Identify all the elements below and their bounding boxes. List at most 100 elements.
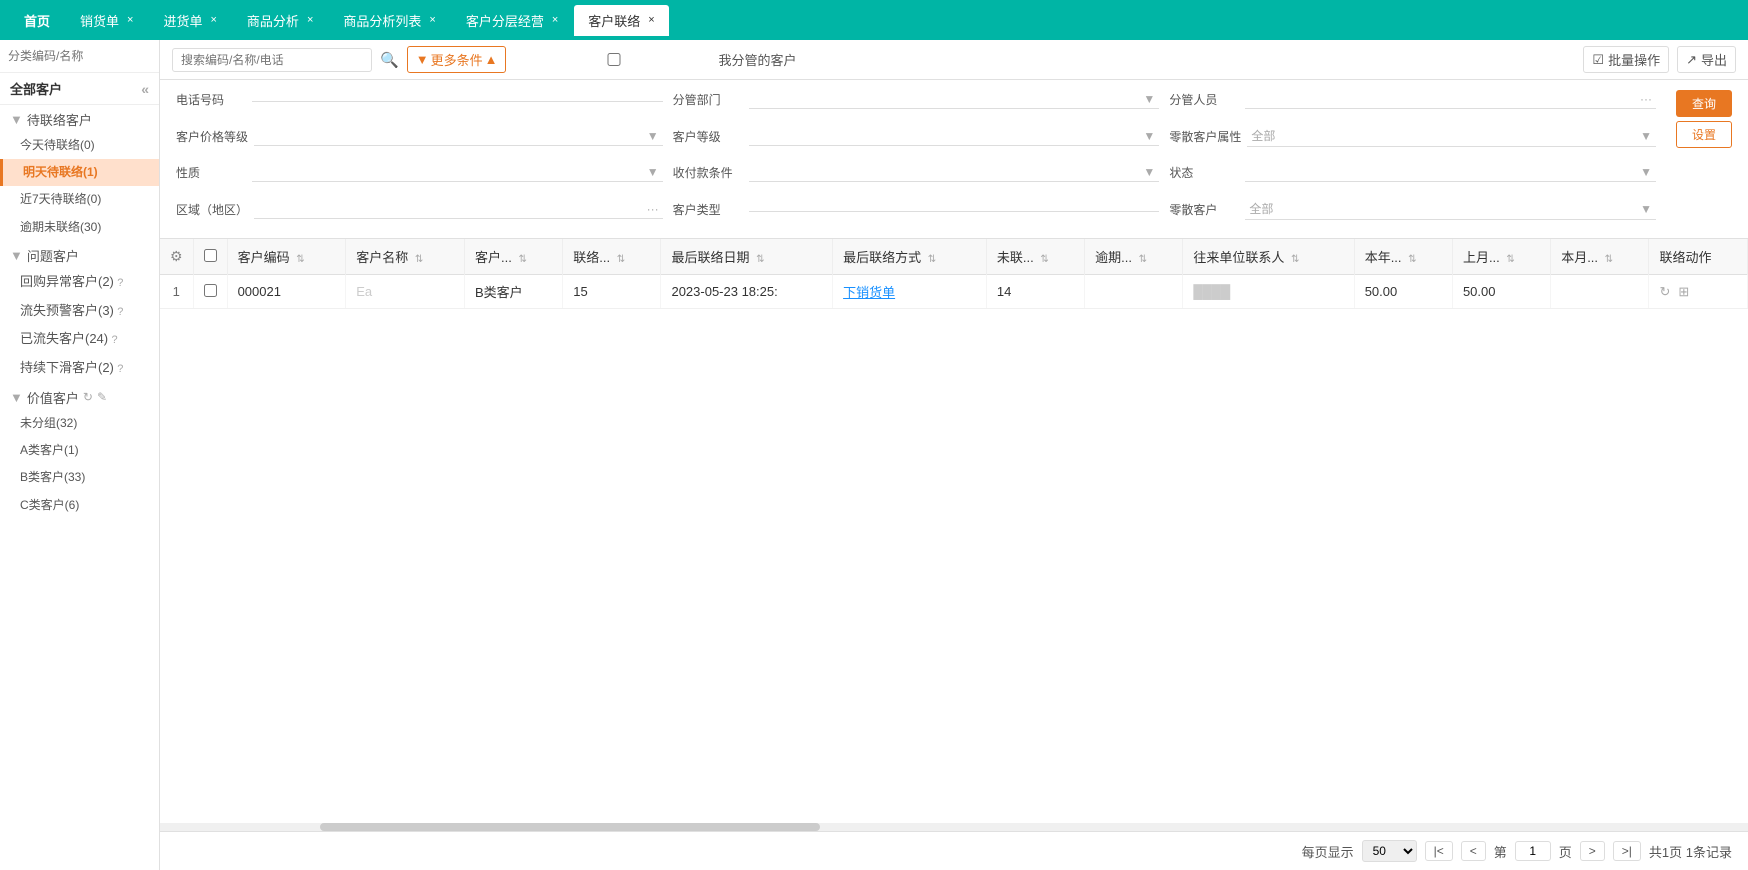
retail-attr-dropdown-icon: ▼ [1640, 129, 1652, 143]
sidebar-search-input[interactable] [8, 49, 160, 63]
sidebar-item-tomorrow-contact[interactable]: 明天待联络(1) [0, 159, 159, 186]
th-no-contact-days: 未联... ⇅ [986, 239, 1084, 275]
grid-action-icon[interactable]: ⊞ [1678, 284, 1689, 300]
sidebar-item-repurchase-abnormal[interactable]: 回购异常客户(2) ? [0, 268, 159, 297]
sort-overdue-icon[interactable]: ⇅ [1139, 254, 1147, 265]
edit-icon[interactable]: ✎ [97, 390, 107, 404]
row-last-month: 50.00 [1452, 275, 1550, 309]
last-page-button[interactable]: >| [1613, 841, 1641, 861]
help-icon-lost[interactable]: ? [117, 306, 123, 318]
help-icon-already-lost[interactable]: ? [111, 334, 117, 346]
sidebar-item-lost-warning[interactable]: 流失预警客户(3) ? [0, 297, 159, 326]
sidebar-group-value[interactable]: ▼ 价值客户 ↻ ✎ [0, 383, 159, 410]
sidebar-item-ungrouped[interactable]: 未分组(32) [0, 410, 159, 437]
row-num: 1 [160, 275, 193, 309]
dept-select[interactable]: ▼ [749, 90, 1160, 109]
batch-ops-button[interactable]: ☑ 批量操作 [1583, 46, 1669, 73]
status-select[interactable]: ▼ [1245, 163, 1656, 182]
filter-row-4: 区域（地区） ··· 客户类型 [176, 198, 1656, 220]
customer-level-select[interactable]: ▼ [749, 127, 1160, 146]
sort-last-month-icon[interactable]: ⇅ [1506, 254, 1514, 265]
sidebar-group-problem[interactable]: ▼ 问题客户 [0, 241, 159, 268]
nav-purchase-order[interactable]: 进货单 × [149, 5, 230, 36]
sidebar-item-week-contact[interactable]: 近7天待联络(0) [0, 186, 159, 213]
close-product-analysis-icon[interactable]: × [307, 14, 313, 26]
sidebar-item-class-c[interactable]: C类客户(6) [0, 492, 159, 519]
sidebar-all-customers[interactable]: 全部客户 « [0, 73, 159, 105]
sort-type-icon[interactable]: ⇅ [518, 254, 526, 265]
search-button[interactable]: 🔍 [380, 51, 399, 69]
payment-select[interactable]: ▼ [749, 163, 1160, 182]
search-input[interactable] [172, 48, 372, 72]
close-purchase-order-icon[interactable]: × [210, 14, 216, 26]
query-button[interactable]: 查询 [1676, 90, 1732, 117]
refresh-action-icon[interactable]: ↻ [1659, 284, 1670, 300]
my-customers-checkbox[interactable] [514, 53, 714, 66]
sort-current-year-icon[interactable]: ⇅ [1408, 254, 1416, 265]
sort-current-month-icon[interactable]: ⇅ [1605, 254, 1613, 265]
sort-contact-count-icon[interactable]: ⇅ [617, 254, 625, 265]
gender-select[interactable]: ▼ [252, 163, 663, 182]
horizontal-scrollbar[interactable] [160, 823, 1748, 831]
area-select[interactable]: ··· [254, 200, 663, 219]
status-dropdown-icon: ▼ [1640, 165, 1652, 179]
row-contact-count: 15 [563, 275, 661, 309]
dept-label: 分管部门 [673, 91, 743, 108]
nav-product-analysis-list[interactable]: 商品分析列表 × [329, 5, 449, 36]
retail-attr-select[interactable]: 全部 ▼ [1247, 125, 1656, 147]
sort-name-icon[interactable]: ⇅ [415, 254, 423, 265]
sort-last-contact-date-icon[interactable]: ⇅ [756, 254, 764, 265]
sort-no-contact-icon[interactable]: ⇅ [1040, 254, 1048, 265]
close-customer-layering-icon[interactable]: × [552, 14, 558, 26]
sidebar-item-overdue-contact[interactable]: 逾期未联络(30) [0, 214, 159, 241]
sort-company-contact-icon[interactable]: ⇅ [1291, 254, 1299, 265]
sidebar-item-class-a[interactable]: A类客户(1) [0, 437, 159, 464]
nav-sales-order[interactable]: 销货单 × [66, 5, 147, 36]
help-icon-decline[interactable]: ? [117, 363, 123, 375]
prev-page-button[interactable]: < [1461, 841, 1486, 861]
sort-last-contact-method-icon[interactable]: ⇅ [928, 254, 936, 265]
page-size-select[interactable]: 50 100 200 [1362, 840, 1417, 862]
nav-customer-contact[interactable]: 客户联络 × [574, 5, 668, 36]
help-icon-repurchase[interactable]: ? [117, 277, 123, 289]
gear-settings-icon[interactable]: ⚙ [170, 248, 183, 264]
refresh-icon[interactable]: ↻ [83, 390, 93, 404]
close-product-analysis-list-icon[interactable]: × [429, 14, 435, 26]
select-all-checkbox[interactable] [204, 249, 217, 262]
settings-button[interactable]: 设置 [1676, 121, 1732, 148]
phone-input[interactable] [252, 97, 663, 102]
first-page-button[interactable]: |< [1425, 841, 1453, 861]
price-level-select[interactable]: ▼ [254, 127, 663, 146]
sidebar-item-already-lost[interactable]: 已流失客户(24) ? [0, 325, 159, 354]
area-dots-icon[interactable]: ··· [647, 202, 659, 216]
sidebar-collapse-icon[interactable]: « [141, 81, 149, 97]
sidebar-item-continuous-decline[interactable]: 持续下滑客户(2) ? [0, 354, 159, 383]
sort-code-icon[interactable]: ⇅ [296, 254, 304, 265]
export-button[interactable]: ↗ 导出 [1677, 46, 1736, 73]
my-customers-checkbox-area[interactable]: 我分管的客户 [514, 50, 796, 69]
th-checkbox [193, 239, 227, 275]
customer-type-select[interactable] [749, 207, 1160, 212]
arrow-down-icon-problem: ▼ [10, 248, 23, 263]
th-type: 客户... ⇅ [464, 239, 562, 275]
close-customer-contact-icon[interactable]: × [648, 14, 654, 26]
more-conditions-button[interactable]: ▼ 更多条件 ▲ [407, 46, 507, 73]
scrollbar-thumb[interactable] [320, 823, 820, 831]
person-dots-icon[interactable]: ··· [1640, 92, 1652, 106]
current-page-input[interactable] [1515, 841, 1551, 861]
nav-customer-layering[interactable]: 客户分层经营 × [452, 5, 572, 36]
chevron-up-icon: ▲ [485, 52, 498, 67]
nav-product-analysis[interactable]: 商品分析 × [233, 5, 327, 36]
person-label: 分管人员 [1169, 91, 1239, 108]
close-sales-order-icon[interactable]: × [127, 14, 133, 26]
next-page-button[interactable]: > [1580, 841, 1605, 861]
sidebar-item-today-contact[interactable]: 今天待联络(0) [0, 132, 159, 159]
sidebar-item-class-b[interactable]: B类客户(33) [0, 464, 159, 491]
nav-home[interactable]: 首页 [10, 5, 64, 36]
row-checkbox[interactable] [204, 284, 217, 297]
sidebar: 🔍 全部客户 « ▼ 待联络客户 今天待联络(0) 明天待联络(1) 近7天待联… [0, 40, 160, 870]
row-last-contact-method[interactable]: 下销货单 [833, 275, 987, 309]
retail-customer-select[interactable]: 全部 ▼ [1245, 198, 1656, 220]
person-select[interactable]: ··· [1245, 90, 1656, 109]
sidebar-group-pending[interactable]: ▼ 待联络客户 [0, 105, 159, 132]
